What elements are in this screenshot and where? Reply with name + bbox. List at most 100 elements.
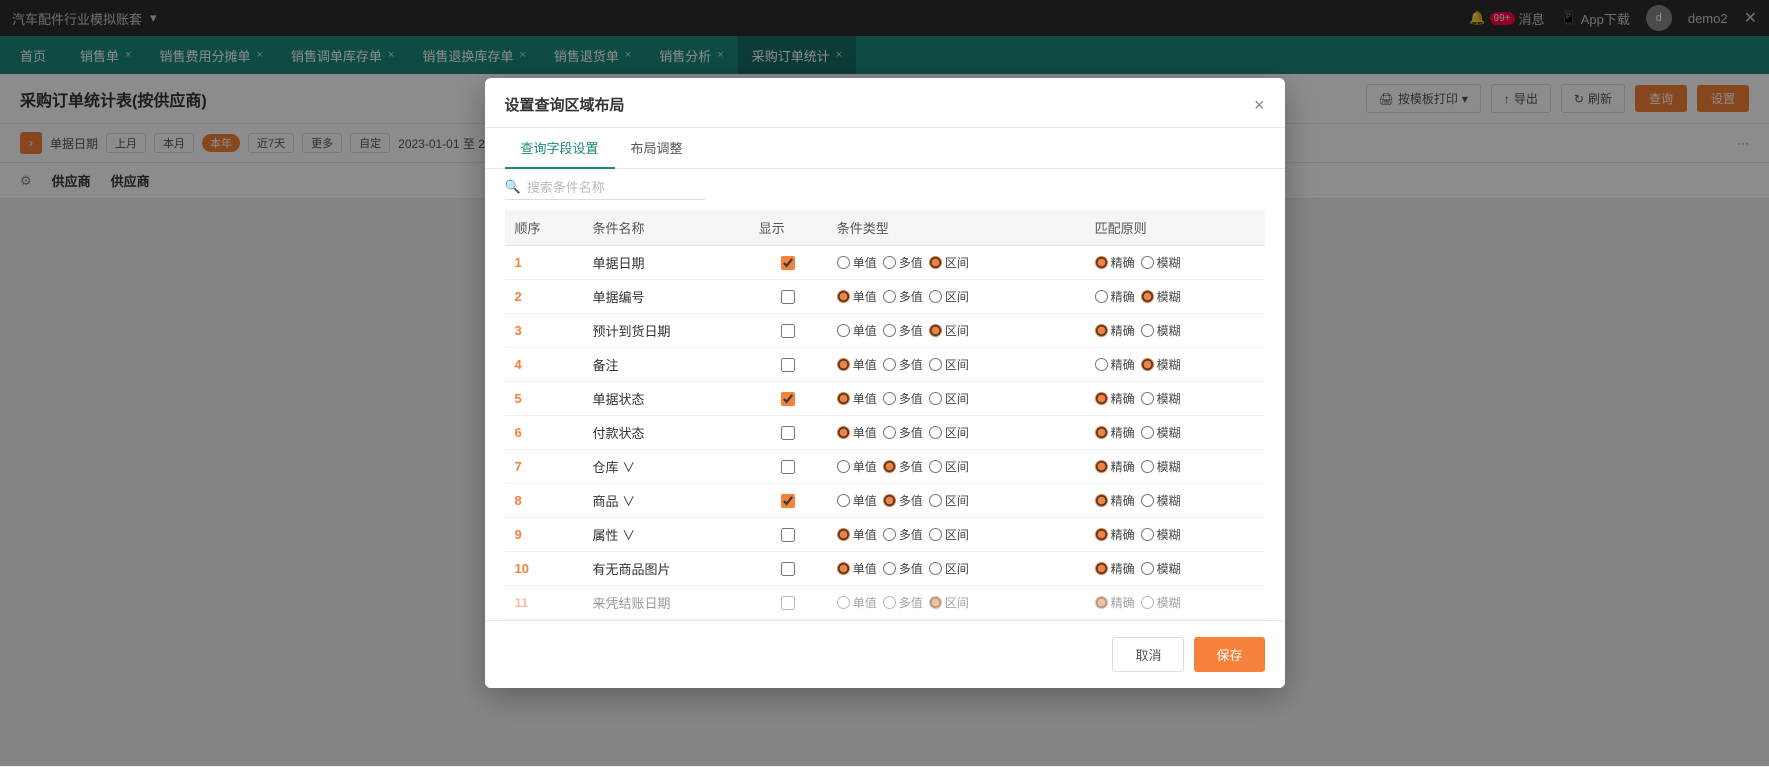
match-radio[interactable] xyxy=(1141,392,1154,405)
type-radio-item[interactable]: 单值 xyxy=(837,526,877,543)
type-radio[interactable] xyxy=(837,528,850,541)
match-radio-item[interactable]: 精确 xyxy=(1095,288,1135,305)
show-checkbox[interactable] xyxy=(781,324,795,338)
match-radio[interactable] xyxy=(1141,426,1154,439)
type-radio-item[interactable]: 多值 xyxy=(883,560,923,577)
type-radio[interactable] xyxy=(837,596,850,609)
type-radio[interactable] xyxy=(883,528,896,541)
type-radio-item[interactable]: 区间 xyxy=(929,390,969,407)
match-radio-item[interactable]: 精确 xyxy=(1095,560,1135,577)
type-radio[interactable] xyxy=(883,596,896,609)
search-input[interactable] xyxy=(527,180,705,195)
match-radio-item[interactable]: 精确 xyxy=(1095,594,1135,611)
type-radio-item[interactable]: 区间 xyxy=(929,254,969,271)
type-radio[interactable] xyxy=(929,358,942,371)
type-radio-item[interactable]: 多值 xyxy=(883,424,923,441)
match-radio-item[interactable]: 精确 xyxy=(1095,322,1135,339)
type-radio[interactable] xyxy=(837,290,850,303)
dialog-close-btn[interactable]: × xyxy=(1254,96,1265,114)
type-radio-item[interactable]: 单值 xyxy=(837,458,877,475)
type-radio[interactable] xyxy=(883,290,896,303)
cancel-btn[interactable]: 取消 xyxy=(1112,637,1184,672)
match-radio[interactable] xyxy=(1141,256,1154,269)
match-radio-item[interactable]: 精确 xyxy=(1095,526,1135,543)
type-radio-item[interactable]: 多值 xyxy=(883,254,923,271)
match-radio-item[interactable]: 模糊 xyxy=(1141,458,1181,475)
match-radio-item[interactable]: 模糊 xyxy=(1141,390,1181,407)
match-radio-item[interactable]: 精确 xyxy=(1095,458,1135,475)
match-radio-item[interactable]: 模糊 xyxy=(1141,356,1181,373)
match-radio[interactable] xyxy=(1095,562,1108,575)
type-radio-item[interactable]: 区间 xyxy=(929,288,969,305)
match-radio[interactable] xyxy=(1141,528,1154,541)
show-checkbox[interactable] xyxy=(781,290,795,304)
type-radio-item[interactable]: 区间 xyxy=(929,492,969,509)
type-radio[interactable] xyxy=(883,494,896,507)
match-radio-item[interactable]: 模糊 xyxy=(1141,254,1181,271)
match-radio[interactable] xyxy=(1095,392,1108,405)
type-radio[interactable] xyxy=(883,426,896,439)
type-radio[interactable] xyxy=(837,358,850,371)
dialog-tab-query-fields[interactable]: 查询字段设置 xyxy=(505,128,615,169)
type-radio-item[interactable]: 多值 xyxy=(883,288,923,305)
show-checkbox[interactable] xyxy=(781,358,795,372)
match-radio[interactable] xyxy=(1141,494,1154,507)
match-radio-item[interactable]: 精确 xyxy=(1095,492,1135,509)
type-radio[interactable] xyxy=(929,494,942,507)
match-radio[interactable] xyxy=(1141,358,1154,371)
type-radio[interactable] xyxy=(929,426,942,439)
type-radio[interactable] xyxy=(837,460,850,473)
match-radio[interactable] xyxy=(1141,324,1154,337)
show-checkbox[interactable] xyxy=(781,494,795,508)
match-radio-item[interactable]: 模糊 xyxy=(1141,594,1181,611)
type-radio-item[interactable]: 单值 xyxy=(837,288,877,305)
match-radio-item[interactable]: 模糊 xyxy=(1141,560,1181,577)
type-radio[interactable] xyxy=(929,324,942,337)
show-checkbox[interactable] xyxy=(781,460,795,474)
type-radio-item[interactable]: 多值 xyxy=(883,492,923,509)
type-radio-item[interactable]: 区间 xyxy=(929,594,969,611)
match-radio-item[interactable]: 模糊 xyxy=(1141,424,1181,441)
match-radio[interactable] xyxy=(1095,358,1108,371)
type-radio[interactable] xyxy=(883,562,896,575)
match-radio-item[interactable]: 精确 xyxy=(1095,424,1135,441)
show-checkbox[interactable] xyxy=(781,392,795,406)
type-radio[interactable] xyxy=(929,392,942,405)
match-radio[interactable] xyxy=(1141,596,1154,609)
match-radio-item[interactable]: 精确 xyxy=(1095,356,1135,373)
match-radio-item[interactable]: 精确 xyxy=(1095,254,1135,271)
type-radio[interactable] xyxy=(929,256,942,269)
dialog-tab-layout[interactable]: 布局调整 xyxy=(615,128,699,169)
type-radio-item[interactable]: 多值 xyxy=(883,356,923,373)
match-radio[interactable] xyxy=(1095,596,1108,609)
save-btn[interactable]: 保存 xyxy=(1194,637,1264,672)
show-checkbox[interactable] xyxy=(781,426,795,440)
type-radio-item[interactable]: 单值 xyxy=(837,492,877,509)
type-radio[interactable] xyxy=(929,528,942,541)
match-radio[interactable] xyxy=(1141,562,1154,575)
type-radio-item[interactable]: 区间 xyxy=(929,560,969,577)
type-radio-item[interactable]: 单值 xyxy=(837,254,877,271)
match-radio[interactable] xyxy=(1095,256,1108,269)
type-radio[interactable] xyxy=(837,392,850,405)
type-radio[interactable] xyxy=(929,562,942,575)
match-radio-item[interactable]: 模糊 xyxy=(1141,322,1181,339)
type-radio[interactable] xyxy=(929,290,942,303)
type-radio-item[interactable]: 多值 xyxy=(883,390,923,407)
match-radio[interactable] xyxy=(1095,460,1108,473)
type-radio[interactable] xyxy=(883,358,896,371)
match-radio[interactable] xyxy=(1141,460,1154,473)
type-radio[interactable] xyxy=(883,460,896,473)
type-radio-item[interactable]: 单值 xyxy=(837,322,877,339)
type-radio[interactable] xyxy=(883,324,896,337)
match-radio[interactable] xyxy=(1095,426,1108,439)
show-checkbox[interactable] xyxy=(781,562,795,576)
match-radio-item[interactable]: 精确 xyxy=(1095,390,1135,407)
type-radio-item[interactable]: 区间 xyxy=(929,458,969,475)
match-radio[interactable] xyxy=(1095,528,1108,541)
type-radio-item[interactable]: 单值 xyxy=(837,424,877,441)
type-radio[interactable] xyxy=(929,596,942,609)
type-radio[interactable] xyxy=(837,324,850,337)
match-radio[interactable] xyxy=(1095,290,1108,303)
type-radio-item[interactable]: 单值 xyxy=(837,356,877,373)
